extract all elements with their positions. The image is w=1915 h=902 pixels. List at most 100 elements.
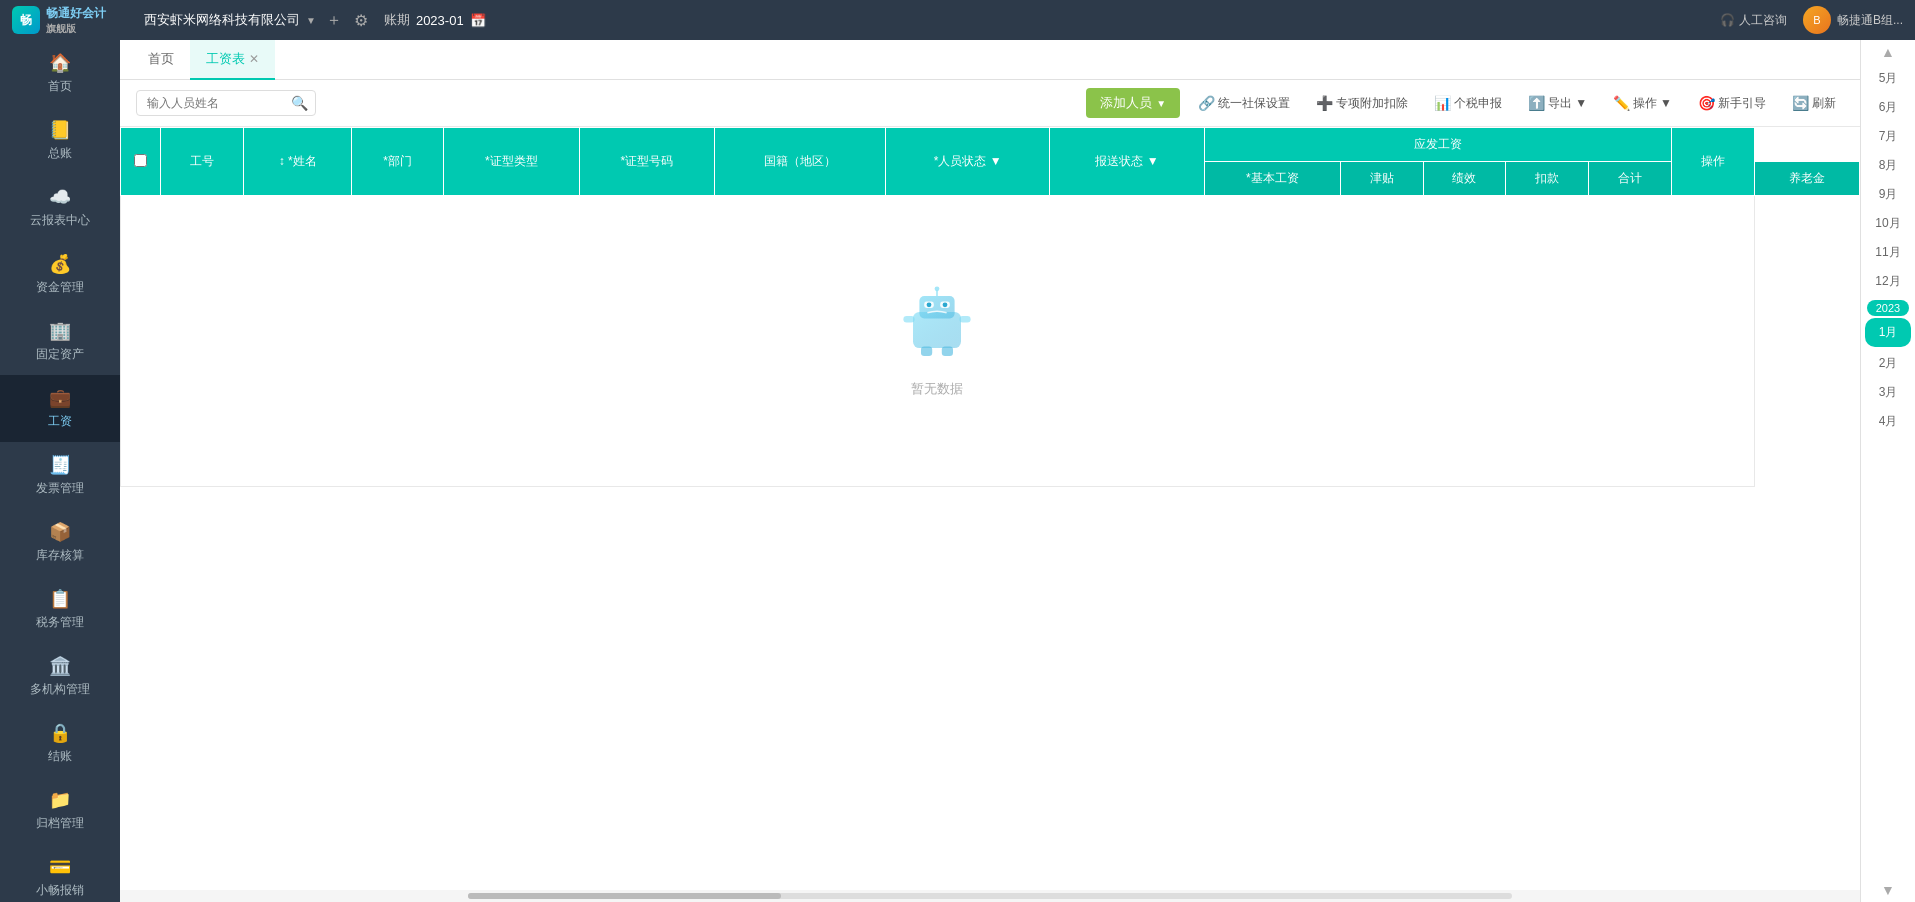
tab-home[interactable]: 首页 <box>132 40 190 80</box>
sidebar-item-inventory[interactable]: 📦 库存核算 <box>0 509 120 576</box>
panel-down-btn[interactable]: ▼ <box>1861 878 1915 902</box>
settings-btn[interactable]: ⚙ <box>354 11 368 30</box>
right-panel: ▲ 5月 6月 7月 8月 9月 10月 11月 12月 2023 1月 2月 … <box>1860 40 1915 902</box>
sidebar-item-ledger[interactable]: 📒 总账 <box>0 107 120 174</box>
org-icon: 🏛️ <box>49 655 71 677</box>
th-pension: 养老金 <box>1754 162 1859 196</box>
svg-rect-11 <box>960 316 971 322</box>
refresh-label: 刷新 <box>1812 95 1836 112</box>
sidebar-label-salary: 工资 <box>48 413 72 430</box>
tax-declare-icon: 📊 <box>1434 95 1451 111</box>
sidebar-item-multi-org[interactable]: 🏛️ 多机构管理 <box>0 643 120 710</box>
headset-icon: 🎧 <box>1720 13 1735 27</box>
service-label: 人工咨询 <box>1739 12 1787 29</box>
export-label: 导出 <box>1548 95 1572 112</box>
month-item-aug[interactable]: 8月 <box>1861 151 1915 180</box>
service-btn[interactable]: 🎧 人工咨询 <box>1720 12 1787 29</box>
top-right: 🎧 人工咨询 B 畅捷通B组... <box>1720 6 1903 34</box>
export-btn[interactable]: ⬆️ 导出 ▼ <box>1520 91 1595 116</box>
month-item-apr-2023[interactable]: 4月 <box>1861 407 1915 436</box>
user-area[interactable]: B 畅捷通B组... <box>1803 6 1903 34</box>
sidebar-label-org: 多机构管理 <box>30 681 90 698</box>
month-item-dec[interactable]: 12月 <box>1861 267 1915 296</box>
logo-area: 畅 畅通好会计 旗舰版 <box>12 5 132 36</box>
month-item-mar-2023[interactable]: 3月 <box>1861 378 1915 407</box>
avatar: B <box>1803 6 1831 34</box>
add-company-btn[interactable]: ＋ <box>326 10 342 31</box>
month-item-oct[interactable]: 10月 <box>1861 209 1915 238</box>
sidebar-item-fixed-assets[interactable]: 🏢 固定资产 <box>0 308 120 375</box>
month-item-may[interactable]: 5月 <box>1861 64 1915 93</box>
add-person-btn[interactable]: 添加人员 ▼ <box>1086 88 1180 118</box>
sidebar-item-salary[interactable]: 💼 工资 <box>0 375 120 442</box>
month-item-jul[interactable]: 7月 <box>1861 122 1915 151</box>
select-all-checkbox[interactable] <box>134 154 147 167</box>
sidebar-item-cloud-report[interactable]: ☁️ 云报表中心 <box>0 174 120 241</box>
sidebar-item-tax[interactable]: 📋 税务管理 <box>0 576 120 643</box>
sidebar-item-archive[interactable]: 📁 归档管理 <box>0 777 120 844</box>
operate-btn[interactable]: ✏️ 操作 ▼ <box>1605 91 1680 116</box>
close-period-icon: 🔒 <box>49 722 71 744</box>
company-selector[interactable]: 西安虾米网络科技有限公司 ▼ <box>144 11 316 29</box>
month-item-jun[interactable]: 6月 <box>1861 93 1915 122</box>
tax-declare-btn[interactable]: 📊 个税申报 <box>1426 91 1510 116</box>
social-security-btn[interactable]: 🔗 统一社保设置 <box>1190 91 1298 116</box>
sidebar-label-funds: 资金管理 <box>36 279 84 296</box>
scroll-thumb[interactable] <box>468 893 781 899</box>
th-basic-salary: *基本工资 <box>1205 162 1341 196</box>
expense-icon: 💳 <box>49 856 71 878</box>
svg-point-7 <box>935 286 940 291</box>
month-item-feb-2023[interactable]: 2月 <box>1861 349 1915 378</box>
month-item-nov[interactable]: 11月 <box>1861 238 1915 267</box>
special-deduct-btn[interactable]: ➕ 专项附加扣除 <box>1308 91 1416 116</box>
refresh-btn[interactable]: 🔄 刷新 <box>1784 91 1844 116</box>
bottom-scroll <box>120 890 1860 902</box>
company-dropdown-icon[interactable]: ▼ <box>306 15 316 26</box>
tax-declare-label: 个税申报 <box>1454 95 1502 112</box>
period-value: 2023-01 <box>416 13 464 28</box>
th-person-status[interactable]: *人员状态 ▼ <box>886 128 1050 196</box>
toolbar-right: 添加人员 ▼ 🔗 统一社保设置 ➕ 专项附加扣除 📊 个税申报 ⬆️ <box>1086 88 1844 118</box>
month-item-jan-2023[interactable]: 1月 <box>1865 318 1911 347</box>
sidebar-item-home[interactable]: 🏠 首页 <box>0 40 120 107</box>
deduct-label: 专项附加扣除 <box>1336 95 1408 112</box>
sidebar-item-expense[interactable]: 💳 小畅报销 <box>0 844 120 902</box>
logo-text: 畅通好会计 <box>46 5 106 22</box>
year-label-2023[interactable]: 2023 <box>1867 300 1909 316</box>
th-total: 合计 <box>1589 162 1672 196</box>
period-label: 账期 <box>384 11 410 29</box>
sidebar: 🏠 首页 📒 总账 ☁️ 云报表中心 💰 资金管理 🏢 固定资产 💼 工资 🧾 … <box>0 40 120 902</box>
sidebar-item-invoice[interactable]: 🧾 发票管理 <box>0 442 120 509</box>
empty-cell: 暂无数据 <box>121 196 1755 487</box>
svg-rect-8 <box>921 346 932 356</box>
guide-action-label: 新手引导 <box>1718 95 1766 112</box>
sidebar-item-funds[interactable]: 💰 资金管理 <box>0 241 120 308</box>
th-name[interactable]: ↕ *姓名 <box>243 128 352 196</box>
month-item-sep[interactable]: 9月 <box>1861 180 1915 209</box>
guide-action-btn[interactable]: 🎯 新手引导 <box>1690 91 1774 116</box>
export-icon: ⬆️ <box>1528 95 1545 111</box>
search-input[interactable] <box>136 90 316 116</box>
salary-icon: 💼 <box>49 387 71 409</box>
social-icon: 🔗 <box>1198 95 1215 111</box>
tab-bar: 首页 工资表 ✕ <box>120 40 1860 80</box>
sidebar-label-invoice: 发票管理 <box>36 480 84 497</box>
table-header-row1: 工号 ↕ *姓名 *部门 *证型类型 *证型号码 国籍（地区） *人员状态 ▼ … <box>121 128 1860 162</box>
tab-salary-table[interactable]: 工资表 ✕ <box>190 40 275 80</box>
tab-close-btn[interactable]: ✕ <box>249 52 259 66</box>
archive-icon: 📁 <box>49 789 71 811</box>
add-dropdown-icon: ▼ <box>1156 98 1166 109</box>
calendar-icon[interactable]: 📅 <box>470 13 486 28</box>
inventory-icon: 📦 <box>49 521 71 543</box>
svg-rect-10 <box>904 316 915 322</box>
salary-table: 工号 ↕ *姓名 *部门 *证型类型 *证型号码 国籍（地区） *人员状态 ▼ … <box>120 127 1860 487</box>
svg-rect-9 <box>942 346 953 356</box>
operate-dropdown-icon: ▼ <box>1660 96 1672 110</box>
top-bar: 畅 畅通好会计 旗舰版 西安虾米网络科技有限公司 ▼ ＋ ⚙ 账期 2023-0… <box>0 0 1915 40</box>
panel-up-btn[interactable]: ▲ <box>1861 40 1915 64</box>
th-checkbox[interactable] <box>121 128 161 196</box>
sidebar-item-close[interactable]: 🔒 结账 <box>0 710 120 777</box>
th-cert-no: *证型号码 <box>579 128 715 196</box>
scroll-track[interactable] <box>468 893 1512 899</box>
th-report-status[interactable]: 报送状态 ▼ <box>1050 128 1205 196</box>
